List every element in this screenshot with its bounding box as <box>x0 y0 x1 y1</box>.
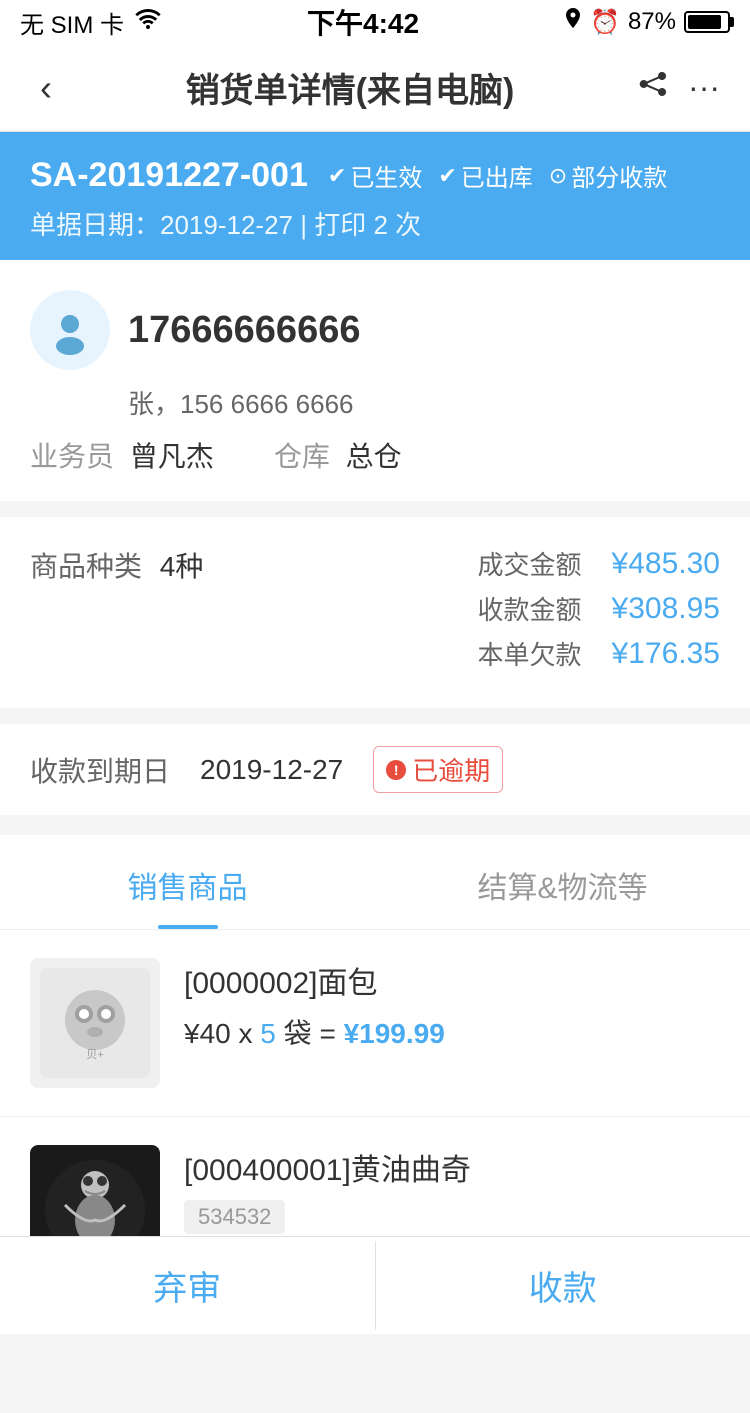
tab-settlement-logistics[interactable]: 结算&物流等 <box>375 835 750 929</box>
status-partial: ⊙ 部分收款 <box>549 158 667 193</box>
overdue-badge: ! 已逾期 <box>373 746 503 793</box>
product-name-bread: [0000002]面包 <box>184 958 720 1002</box>
clock-icon: ⏰ <box>590 8 620 37</box>
bottom-bar: 弃审 收款 <box>0 1236 750 1334</box>
owed-amount-value: ¥176.35 <box>612 637 720 671</box>
due-date: 2019-12-27 <box>200 754 343 786</box>
check-shipped-icon: ✔ <box>438 163 456 189</box>
abandon-review-button[interactable]: 弃审 <box>0 1241 375 1330</box>
owed-amount-row: 本单欠款 ¥176.35 <box>478 635 720 672</box>
due-section: 收款到期日 2019-12-27 ! 已逾期 <box>0 724 750 815</box>
bread-total: ¥199.99 <box>344 1018 445 1049</box>
type-count: 4种 <box>160 551 204 582</box>
status-right: ⏰ 87% <box>564 8 730 37</box>
battery-level: 87% <box>628 8 676 36</box>
svg-text:贝+: 贝+ <box>86 1049 103 1061</box>
status-active: ✔ 已生效 <box>328 158 422 193</box>
deal-amount-value: ¥485.30 <box>612 547 720 581</box>
due-label: 收款到期日 <box>30 750 170 790</box>
share-icon[interactable] <box>638 68 668 108</box>
amounts-info: 成交金额 ¥485.30 收款金额 ¥308.95 本单欠款 ¥176.35 <box>478 545 720 680</box>
deal-amount-row: 成交金额 ¥485.30 <box>478 545 720 582</box>
location-icon <box>564 8 582 37</box>
product-name-cookie: [000400001]黄油曲奇 <box>184 1145 720 1189</box>
received-amount-row: 收款金额 ¥308.95 <box>478 590 720 627</box>
wifi-icon <box>134 8 162 36</box>
overdue-dot-icon: ! <box>386 760 406 780</box>
owed-amount-label: 本单欠款 <box>478 635 582 672</box>
tab-sales-products[interactable]: 销售商品 <box>0 835 375 929</box>
salesperson-info: 业务员 曾凡杰 <box>30 435 214 475</box>
salesperson-value: 曾凡杰 <box>130 441 214 472</box>
order-id: SA-20191227-001 <box>30 156 308 195</box>
nav-bar: ‹ 销货单详情(来自电脑) ··· <box>0 44 750 132</box>
status-time: 下午4:42 <box>307 2 419 42</box>
collect-payment-button[interactable]: 收款 <box>375 1241 750 1330</box>
bread-multiply: x <box>239 1018 261 1049</box>
clock-status-icon: ⊙ <box>549 163 567 189</box>
battery-icon <box>684 11 730 33</box>
deal-amount-label: 成交金额 <box>478 545 582 582</box>
overdue-text: 已逾期 <box>412 751 490 788</box>
tabs-section: 销售商品 结算&物流等 <box>0 835 750 930</box>
summary-row: 商品种类 4种 成交金额 ¥485.30 收款金额 ¥308.95 本单欠款 ¥… <box>30 545 720 680</box>
product-sku-cookie: 534532 <box>184 1200 285 1234</box>
order-date-info: 单据日期：2019-12-27 | 打印 2 次 <box>30 205 720 242</box>
status-left: 无 SIM 卡 <box>20 5 162 40</box>
tabs-row: 销售商品 结算&物流等 <box>0 835 750 929</box>
bread-qty: 5 <box>260 1018 276 1049</box>
page-title: 销货单详情(来自电脑) <box>62 63 638 112</box>
status-shipped: ✔ 已出库 <box>438 158 532 193</box>
product-item: 贝+ [0000002]面包 ¥40 x 5 袋 = ¥199.99 <box>0 930 750 1117</box>
received-amount-label: 收款金额 <box>478 590 582 627</box>
type-label: 商品种类 <box>30 551 142 582</box>
customer-detail: 张，156 6666 6666 <box>30 384 720 421</box>
avatar <box>30 290 110 370</box>
received-amount-value: ¥308.95 <box>612 592 720 626</box>
status-tags: ✔ 已生效 ✔ 已出库 ⊙ 部分收款 <box>328 158 667 193</box>
bread-thumb-placeholder: 贝+ <box>30 958 160 1088</box>
customer-phone: 17666666666 <box>128 309 360 352</box>
product-thumb-bread: 贝+ <box>30 958 160 1088</box>
summary-section: 商品种类 4种 成交金额 ¥485.30 收款金额 ¥308.95 本单欠款 ¥… <box>0 517 750 708</box>
check-active-icon: ✔ <box>328 163 346 189</box>
more-icon[interactable]: ··· <box>688 69 720 106</box>
customer-section: 17666666666 张，156 6666 6666 业务员 曾凡杰 仓库 总… <box>0 260 750 501</box>
product-type-info: 商品种类 4种 <box>30 545 203 585</box>
salesperson-label: 业务员 <box>30 441 114 472</box>
bread-eq: = <box>319 1018 343 1049</box>
status-bar: 无 SIM 卡 下午4:42 ⏰ 87% <box>0 0 750 44</box>
warehouse-info: 仓库 总仓 <box>274 435 402 475</box>
warehouse-label: 仓库 <box>274 441 330 472</box>
warehouse-value: 总仓 <box>346 441 402 472</box>
customer-meta: 业务员 曾凡杰 仓库 总仓 <box>30 435 720 475</box>
bread-unit: 袋 <box>284 1018 312 1049</box>
nav-actions: ··· <box>638 68 720 108</box>
product-info-bread: [0000002]面包 ¥40 x 5 袋 = ¥199.99 <box>184 958 720 1052</box>
back-button[interactable]: ‹ <box>30 57 62 119</box>
customer-row: 17666666666 <box>30 290 720 370</box>
product-price-bread: ¥40 x 5 袋 = ¥199.99 <box>184 1012 720 1052</box>
carrier-label: 无 SIM 卡 <box>20 5 124 40</box>
bread-price: ¥40 <box>184 1018 231 1049</box>
order-header-banner: SA-20191227-001 ✔ 已生效 ✔ 已出库 ⊙ 部分收款 单据日期：… <box>0 132 750 260</box>
